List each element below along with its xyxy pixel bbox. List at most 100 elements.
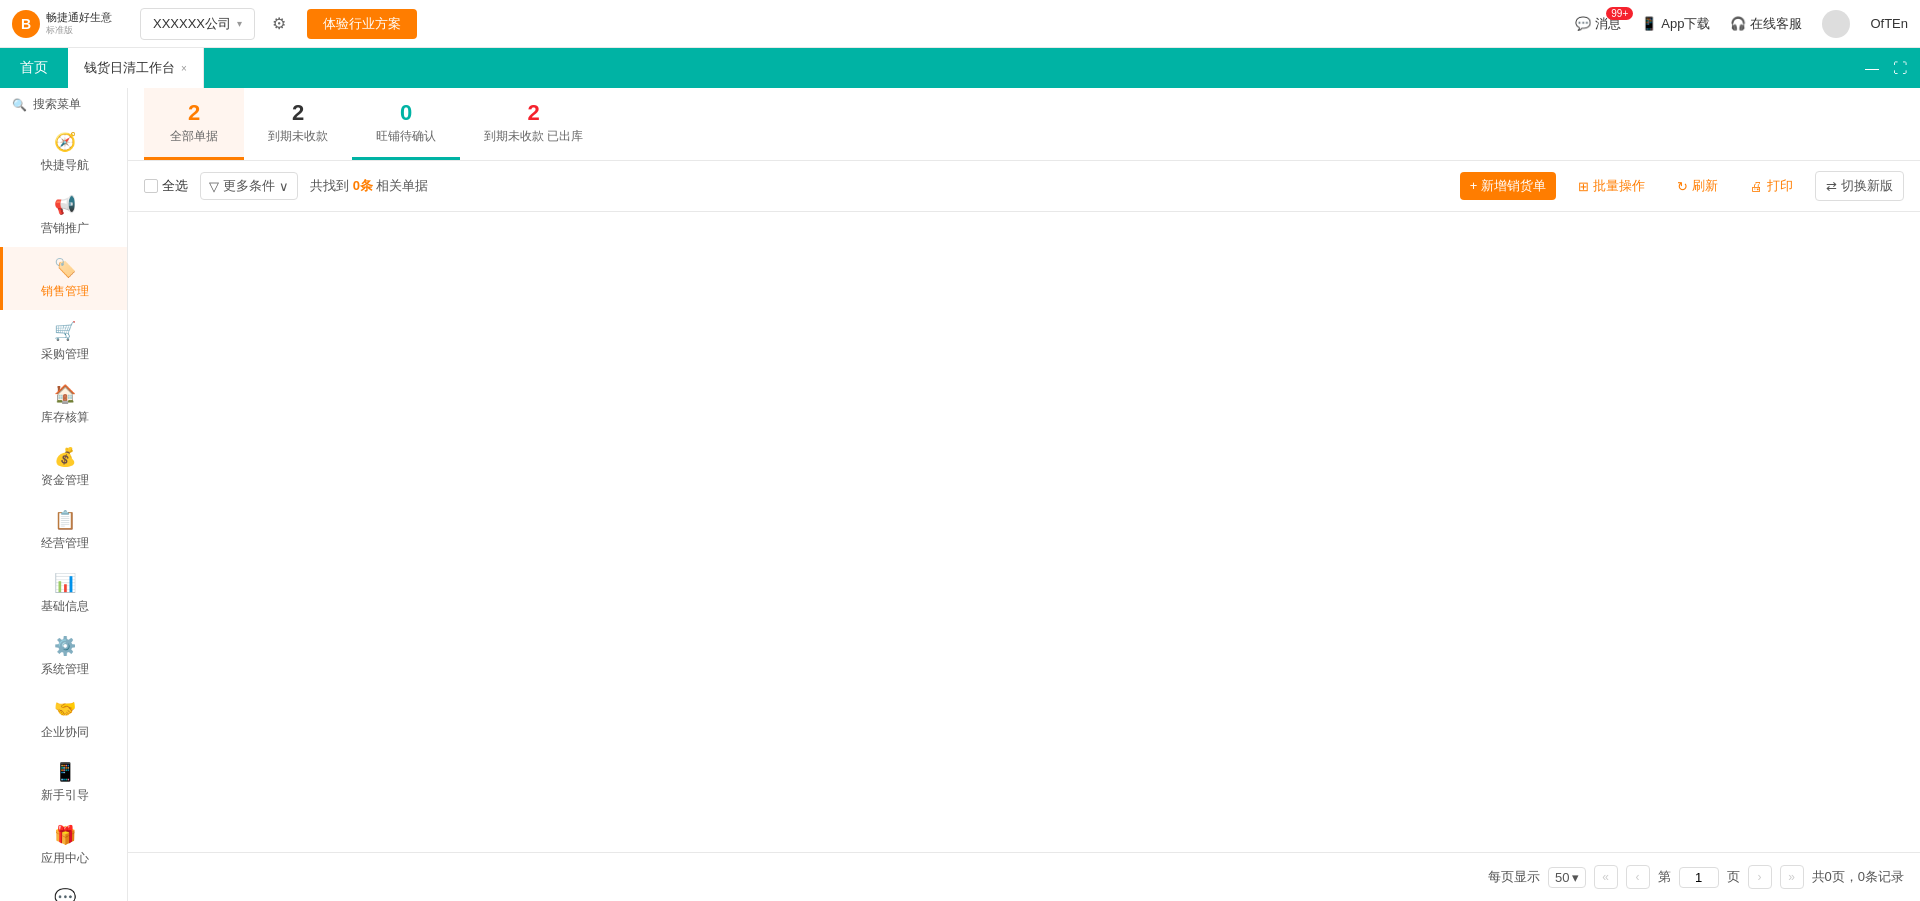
app-download-item[interactable]: 📱 App下载 <box>1641 15 1710 33</box>
sales-icon: 🏷️ <box>54 257 76 279</box>
next-page-button[interactable]: › <box>1748 865 1772 889</box>
sidebar-item-label: 系统管理 <box>41 661 89 678</box>
checkbox-icon <box>144 179 158 193</box>
per-page-value: 50 <box>1555 870 1569 885</box>
stat-label-3: 到期未收款 已出库 <box>484 128 583 145</box>
tab-home[interactable]: 首页 <box>0 48 68 88</box>
sidebar-item-app-center[interactable]: 🎁 应用中心 <box>0 814 127 877</box>
sidebar-item-label: 营销推广 <box>41 220 89 237</box>
avatar[interactable] <box>1822 10 1850 38</box>
toolbar: 全选 ▽ 更多条件 ∨ 共找到 0条 相关单据 + 新增销货单 ⊞ 批量操作 ↻ <box>128 161 1920 212</box>
sidebar-item-inventory[interactable]: 🏠 库存核算 <box>0 373 127 436</box>
last-page-button[interactable]: » <box>1780 865 1804 889</box>
stat-label-2: 旺铺待确认 <box>376 128 436 145</box>
stat-tab-3[interactable]: 2 到期未收款 已出库 <box>460 88 607 160</box>
sidebar-item-label: 采购管理 <box>41 346 89 363</box>
sidebar-item-label: 新手引导 <box>41 787 89 804</box>
found-count: 0条 <box>353 178 373 193</box>
quick-nav-icon: 🧭 <box>54 131 76 153</box>
stat-label-0: 全部单据 <box>170 128 218 145</box>
message-badge: 99+ <box>1606 7 1633 20</box>
service-label: 在线客服 <box>1750 15 1802 33</box>
per-page-label: 每页显示 <box>1488 868 1540 886</box>
sidebar-item-system[interactable]: ⚙️ 系统管理 <box>0 625 127 688</box>
sidebar-item-label: 销售管理 <box>41 283 89 300</box>
sidebar-item-label: 经营管理 <box>41 535 89 552</box>
tab-bar-right: — ⛶ <box>1860 56 1920 80</box>
company-selector[interactable]: XXXXXX公司 ▾ <box>140 8 255 40</box>
message-icon: 💬 <box>1575 16 1591 31</box>
inventory-icon: 🏠 <box>54 383 76 405</box>
prev-page-button[interactable]: ‹ <box>1626 865 1650 889</box>
sidebar-item-operations[interactable]: 📋 经营管理 <box>0 499 127 562</box>
finance-icon: 💰 <box>54 446 76 468</box>
app-label: App下载 <box>1661 15 1710 33</box>
stat-tab-0[interactable]: 2 全部单据 <box>144 88 244 160</box>
wechat-icon: 💬 <box>54 887 76 901</box>
tab-current-label: 钱货日清工作台 <box>84 59 175 77</box>
logo-text: 畅捷通好生意 <box>46 10 112 24</box>
found-text: 共找到 0条 相关单据 <box>310 177 428 195</box>
tab-current[interactable]: 钱货日清工作台 × <box>68 48 204 88</box>
add-sale-button[interactable]: + 新增销货单 <box>1460 172 1556 200</box>
sidebar-search[interactable]: 🔍 搜索菜单 <box>0 88 127 121</box>
sidebar-item-sales[interactable]: 🏷️ 销售管理 <box>0 247 127 310</box>
stat-tab-2[interactable]: 0 旺铺待确认 <box>352 88 460 160</box>
app-center-icon: 🎁 <box>54 824 76 846</box>
message-item[interactable]: 💬 消息 99+ <box>1575 15 1621 33</box>
sidebar-item-wechat[interactable]: 💬 企业微信 <box>0 877 127 901</box>
service-item[interactable]: 🎧 在线客服 <box>1730 15 1802 33</box>
logo-tag: 标准版 <box>46 24 112 37</box>
cooperation-icon: 🤝 <box>54 698 76 720</box>
sidebar-item-guide[interactable]: 📱 新手引导 <box>0 751 127 814</box>
tab-bar: 首页 钱货日清工作台 × — ⛶ <box>0 48 1920 88</box>
sidebar-item-quick-nav[interactable]: 🧭 快捷导航 <box>0 121 127 184</box>
filter-icon: ▽ <box>209 179 219 194</box>
page-number-input[interactable] <box>1679 867 1719 888</box>
sidebar-item-cooperation[interactable]: 🤝 企业协同 <box>0 688 127 751</box>
sidebar-item-marketing[interactable]: 📢 营销推广 <box>0 184 127 247</box>
main-layout: 🔍 搜索菜单 🧭 快捷导航 📢 营销推广 🏷️ 销售管理 🛒 采购管理 🏠 库存… <box>0 88 1920 901</box>
stat-label-1: 到期未收款 <box>268 128 328 145</box>
refresh-button[interactable]: ↻ 刷新 <box>1667 172 1728 200</box>
sidebar-item-purchase[interactable]: 🛒 采购管理 <box>0 310 127 373</box>
trial-button[interactable]: 体验行业方案 <box>307 9 417 39</box>
total-label: 共0页，0条记录 <box>1812 868 1904 886</box>
sidebar-item-finance[interactable]: 💰 资金管理 <box>0 436 127 499</box>
filter-label: 更多条件 <box>223 177 275 195</box>
print-button[interactable]: 🖨 打印 <box>1740 172 1803 200</box>
select-all-checkbox[interactable]: 全选 <box>144 177 188 195</box>
user-name: OfTEn <box>1870 16 1908 31</box>
search-label: 搜索菜单 <box>33 96 81 113</box>
tab-maximize-icon[interactable]: ⛶ <box>1888 56 1912 80</box>
stat-tab-1[interactable]: 2 到期未收款 <box>244 88 352 160</box>
chevron-down-icon: ▾ <box>237 18 242 29</box>
first-page-button[interactable]: « <box>1594 865 1618 889</box>
switch-icon: ⇄ <box>1826 179 1837 194</box>
sidebar-item-label: 快捷导航 <box>41 157 89 174</box>
stat-num-1: 2 <box>292 100 304 126</box>
basic-info-icon: 📊 <box>54 572 76 594</box>
settings-icon[interactable]: ⚙ <box>263 8 295 40</box>
tab-close-icon[interactable]: × <box>181 63 187 74</box>
operations-icon: 📋 <box>54 509 76 531</box>
tab-minimize-icon[interactable]: — <box>1860 56 1884 80</box>
table-area <box>128 212 1920 852</box>
stat-num-2: 0 <box>400 100 412 126</box>
headset-icon: 🎧 <box>1730 16 1746 31</box>
batch-operation-button[interactable]: ⊞ 批量操作 <box>1568 172 1655 200</box>
sidebar-item-label: 企业协同 <box>41 724 89 741</box>
sidebar: 🔍 搜索菜单 🧭 快捷导航 📢 营销推广 🏷️ 销售管理 🛒 采购管理 🏠 库存… <box>0 88 128 901</box>
guide-icon: 📱 <box>54 761 76 783</box>
switch-version-button[interactable]: ⇄ 切换新版 <box>1815 171 1904 201</box>
pagination: 每页显示 50 ▾ « ‹ 第 页 › » 共0页，0条记录 <box>128 852 1920 901</box>
logo-icon: B <box>12 10 40 38</box>
filter-chevron: ∨ <box>279 179 289 194</box>
logo-area: B 畅捷通好生意 标准版 <box>12 10 140 38</box>
sidebar-item-label: 库存核算 <box>41 409 89 426</box>
per-page-select[interactable]: 50 ▾ <box>1548 867 1585 888</box>
page-prefix: 第 <box>1658 868 1671 886</box>
sidebar-item-basic-info[interactable]: 📊 基础信息 <box>0 562 127 625</box>
purchase-icon: 🛒 <box>54 320 76 342</box>
filter-button[interactable]: ▽ 更多条件 ∨ <box>200 172 298 200</box>
